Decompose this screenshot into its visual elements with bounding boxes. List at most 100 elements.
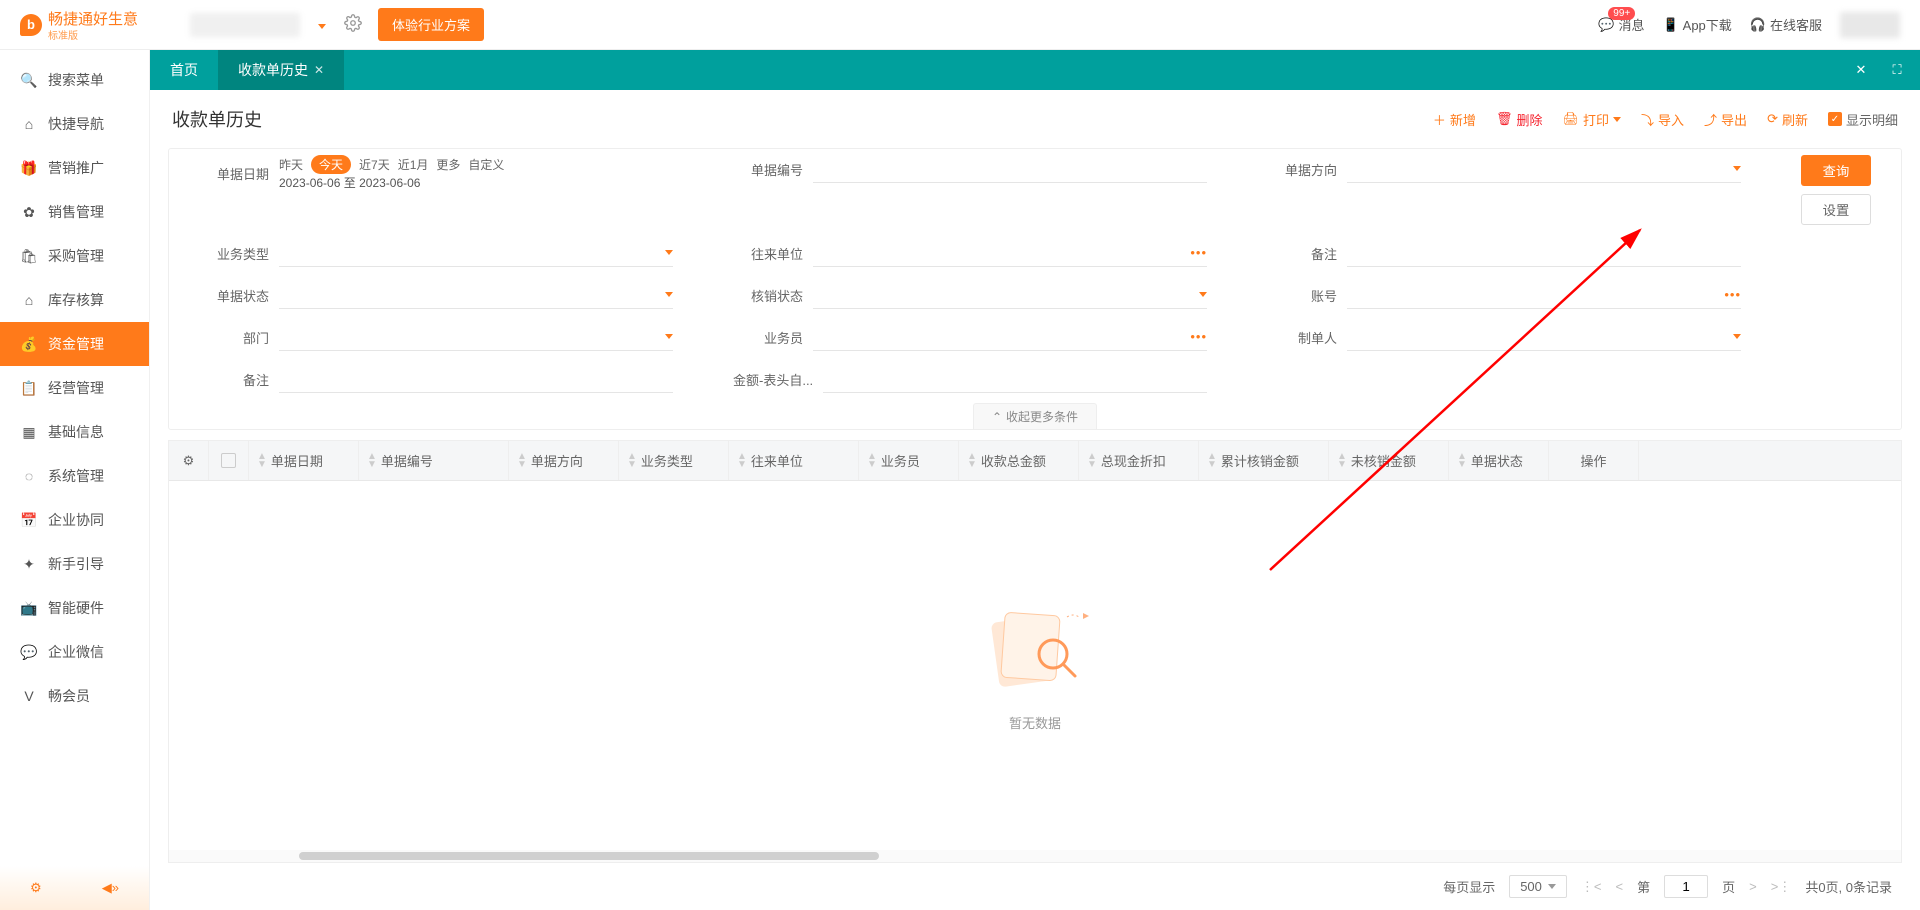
tab-label: 首页 bbox=[170, 60, 198, 80]
column-header-6[interactable]: ▲▼收款总金额 bbox=[959, 441, 1079, 480]
sidebar-collapse-icon[interactable]: ◀» bbox=[102, 880, 119, 896]
settings-button[interactable]: 设置 bbox=[1801, 194, 1871, 225]
column-header-1[interactable]: ▲▼单据编号 bbox=[359, 441, 509, 480]
column-header-5[interactable]: ▲▼业务员 bbox=[859, 441, 959, 480]
date-opt-4[interactable]: 更多 bbox=[436, 156, 460, 173]
account-select[interactable]: ••• bbox=[1347, 281, 1741, 309]
sidebar-item-14[interactable]: V畅会员 bbox=[0, 674, 149, 718]
column-header-3[interactable]: ▲▼业务类型 bbox=[619, 441, 729, 480]
first-page-icon[interactable]: ⋮< bbox=[1581, 879, 1602, 895]
operator-select[interactable]: ••• bbox=[813, 323, 1207, 351]
nav-label: 基础信息 bbox=[48, 422, 104, 442]
amount-head-label: 金额-表头自... bbox=[733, 370, 813, 389]
column-label: 累计核销金额 bbox=[1221, 451, 1299, 470]
column-label: 往来单位 bbox=[751, 451, 803, 470]
messages-button[interactable]: 💬 消息 99+ bbox=[1598, 15, 1644, 34]
date-opt-3[interactable]: 近1月 bbox=[398, 156, 429, 173]
add-button[interactable]: ＋新增 bbox=[1433, 110, 1476, 129]
tab-close-icon[interactable]: ✕ bbox=[314, 63, 324, 77]
query-button[interactable]: 查询 bbox=[1801, 155, 1871, 186]
dept-select[interactable] bbox=[279, 323, 673, 351]
nav-label: 采购管理 bbox=[48, 246, 104, 266]
export-button[interactable]: ⤴导出 bbox=[1704, 110, 1747, 129]
date-opt-5[interactable]: 自定义 bbox=[468, 156, 504, 173]
nav-label: 企业微信 bbox=[48, 642, 104, 662]
column-header-11[interactable]: 操作 bbox=[1549, 441, 1639, 480]
tab-close-all-icon[interactable]: ✕ bbox=[1846, 55, 1876, 85]
app-download-button[interactable]: 📱 App下载 bbox=[1662, 15, 1731, 34]
tab-0[interactable]: 首页 bbox=[150, 50, 218, 90]
table-settings-icon[interactable]: ⚙ bbox=[169, 441, 209, 480]
partner-select[interactable]: ••• bbox=[813, 239, 1207, 267]
doc-status-select[interactable] bbox=[279, 281, 673, 309]
biz-type-select[interactable] bbox=[279, 239, 673, 267]
nav-label: 营销推广 bbox=[48, 158, 104, 178]
column-header-2[interactable]: ▲▼单据方向 bbox=[509, 441, 619, 480]
sidebar-item-13[interactable]: 💬企业微信 bbox=[0, 630, 149, 674]
collapse-filters-button[interactable]: ⌃收起更多条件 bbox=[973, 403, 1097, 429]
date-opt-1[interactable]: 今天 bbox=[311, 155, 351, 174]
sidebar-item-3[interactable]: ✿销售管理 bbox=[0, 190, 149, 234]
settings-icon[interactable] bbox=[344, 14, 362, 35]
verify-status-select[interactable] bbox=[813, 281, 1207, 309]
sidebar-item-12[interactable]: 📺智能硬件 bbox=[0, 586, 149, 630]
experience-plan-button[interactable]: 体验行业方案 bbox=[378, 8, 484, 41]
delete-button[interactable]: 🗑删除 bbox=[1496, 110, 1543, 129]
remark-input[interactable] bbox=[1347, 239, 1741, 267]
user-avatar-blurred[interactable] bbox=[1840, 12, 1900, 38]
sidebar-item-1[interactable]: ⌂快捷导航 bbox=[0, 102, 149, 146]
import-button[interactable]: ⤵导入 bbox=[1641, 110, 1684, 129]
show-detail-toggle[interactable]: ✓显示明细 bbox=[1828, 110, 1898, 129]
remark2-input[interactable] bbox=[279, 365, 673, 393]
nav-label: 系统管理 bbox=[48, 466, 104, 486]
tab-label: 收款单历史 bbox=[238, 60, 308, 80]
sidebar-item-2[interactable]: 🎁 营销推广 bbox=[0, 146, 149, 190]
doc-no-input[interactable] bbox=[813, 155, 1207, 183]
next-page-icon[interactable]: > bbox=[1749, 879, 1757, 894]
page-title: 收款单历史 bbox=[172, 106, 262, 132]
account-label: 账号 bbox=[1267, 286, 1337, 305]
last-page-icon[interactable]: >⋮ bbox=[1771, 879, 1792, 895]
sidebar-item-6[interactable]: 💰资金管理 bbox=[0, 322, 149, 366]
sidebar-item-8[interactable]: ▦基础信息 bbox=[0, 410, 149, 454]
print-button[interactable]: 🖨打印 bbox=[1562, 110, 1621, 129]
date-opt-2[interactable]: 近7天 bbox=[359, 156, 390, 173]
column-header-9[interactable]: ▲▼未核销金额 bbox=[1329, 441, 1449, 480]
nav-label: 销售管理 bbox=[48, 202, 104, 222]
online-service-button[interactable]: 🎧 在线客服 bbox=[1750, 15, 1822, 34]
nav-label: 智能硬件 bbox=[48, 598, 104, 618]
column-header-8[interactable]: ▲▼累计核销金额 bbox=[1199, 441, 1329, 480]
column-header-10[interactable]: ▲▼单据状态 bbox=[1449, 441, 1549, 480]
nav-icon: 🎁 bbox=[20, 159, 38, 177]
fullscreen-icon[interactable]: ⛶ bbox=[1882, 55, 1912, 85]
creator-select[interactable] bbox=[1347, 323, 1741, 351]
org-dropdown-icon[interactable] bbox=[318, 17, 326, 32]
doc-dir-select[interactable] bbox=[1347, 155, 1741, 183]
tab-1[interactable]: 收款单历史 ✕ bbox=[218, 50, 344, 90]
horizontal-scrollbar[interactable] bbox=[169, 850, 1901, 862]
amount-head-input[interactable] bbox=[823, 365, 1207, 393]
doc-status-label: 单据状态 bbox=[199, 286, 269, 305]
sidebar-item-11[interactable]: ✦新手引导 bbox=[0, 542, 149, 586]
column-header-7[interactable]: ▲▼总现金折扣 bbox=[1079, 441, 1199, 480]
page-size-select[interactable]: 500 bbox=[1509, 875, 1567, 898]
sidebar-item-4[interactable]: 🛍采购管理 bbox=[0, 234, 149, 278]
doc-dir-label: 单据方向 bbox=[1267, 160, 1337, 179]
app-download-label: App下载 bbox=[1683, 15, 1732, 34]
prev-page-icon[interactable]: < bbox=[1616, 879, 1624, 894]
sidebar-item-5[interactable]: ⌂库存核算 bbox=[0, 278, 149, 322]
doc-no-label: 单据编号 bbox=[733, 160, 803, 179]
select-all-checkbox[interactable] bbox=[209, 441, 249, 480]
sidebar-item-0[interactable]: 🔍搜索菜单 bbox=[0, 58, 149, 102]
sidebar-item-10[interactable]: 📅企业协同 bbox=[0, 498, 149, 542]
partner-label: 往来单位 bbox=[733, 244, 803, 263]
column-header-4[interactable]: ▲▼往来单位 bbox=[729, 441, 859, 480]
column-header-0[interactable]: ▲▼单据日期 bbox=[249, 441, 359, 480]
sidebar-item-7[interactable]: 📋经营管理 bbox=[0, 366, 149, 410]
sidebar-settings-icon[interactable]: ⚙ bbox=[30, 880, 42, 896]
sort-icon: ▲▼ bbox=[367, 453, 377, 469]
date-opt-0[interactable]: 昨天 bbox=[279, 156, 303, 173]
page-number-input[interactable] bbox=[1664, 875, 1708, 898]
refresh-button[interactable]: ⟳刷新 bbox=[1767, 110, 1808, 129]
sidebar-item-9[interactable]: ◌系统管理 bbox=[0, 454, 149, 498]
